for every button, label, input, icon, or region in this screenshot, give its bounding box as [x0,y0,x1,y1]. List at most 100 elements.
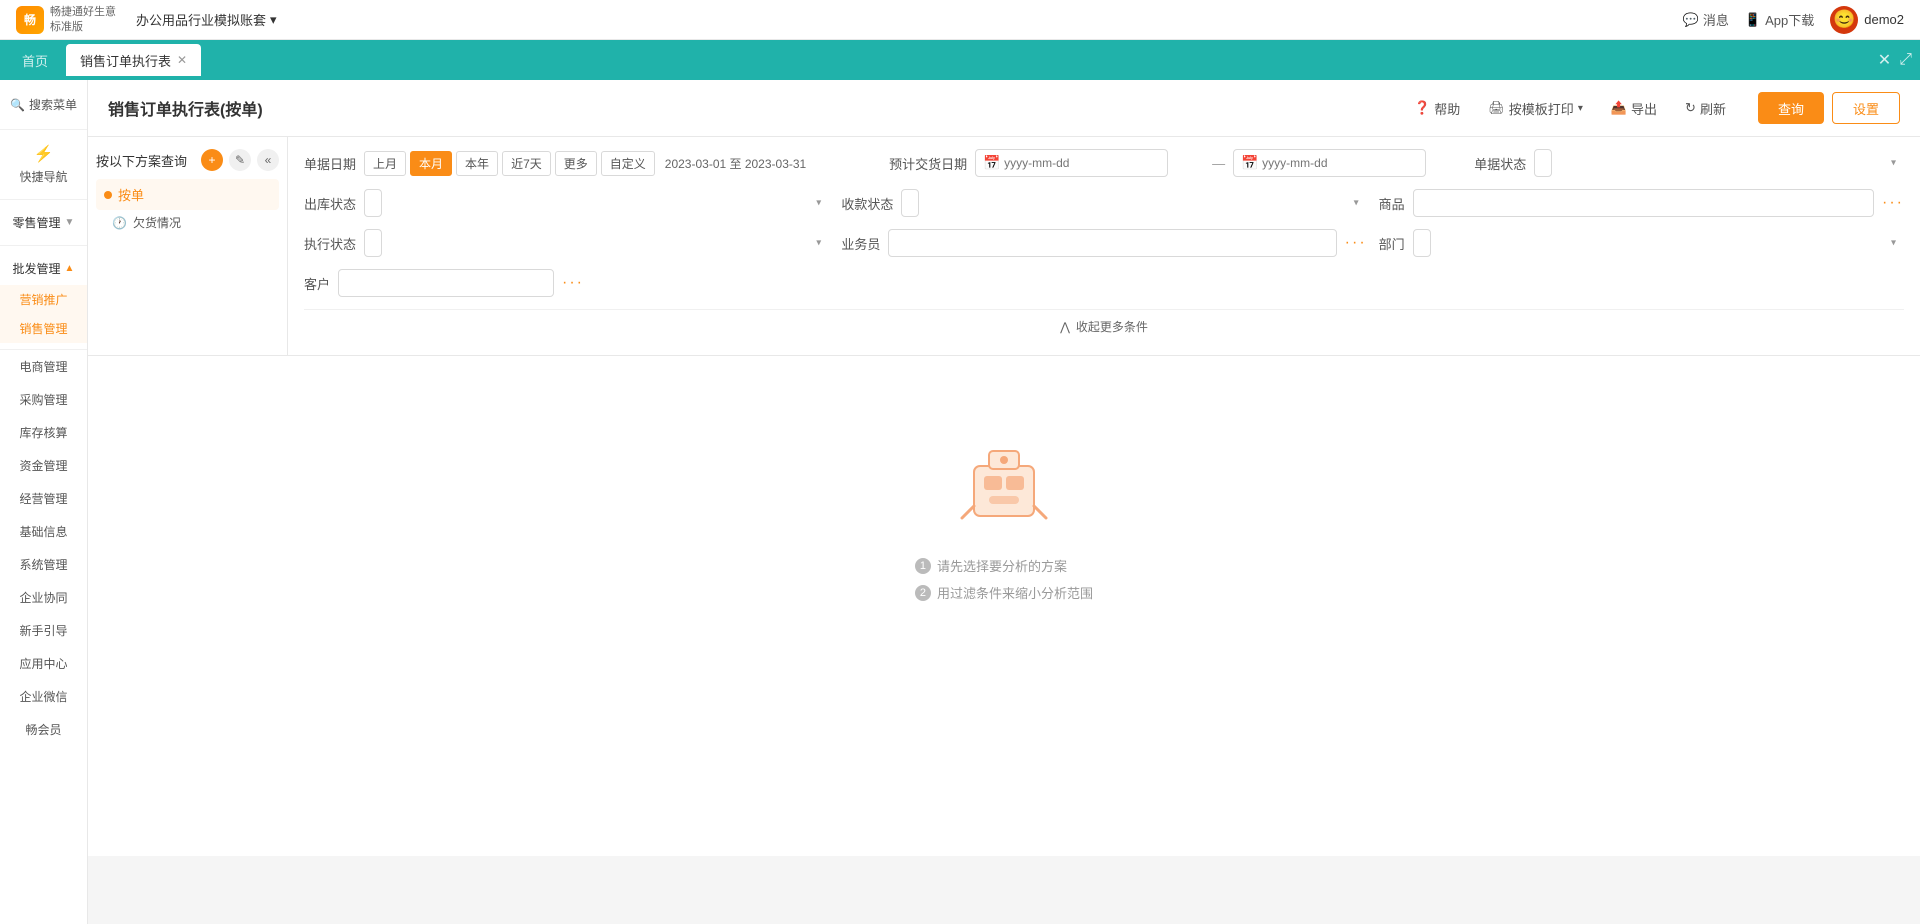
sidebar-item-quicknav[interactable]: ⚡ 快捷导航 [0,136,87,193]
sidebar-item-newbie[interactable]: 新手引导 [0,614,87,647]
exec-status-select[interactable] [364,229,382,257]
top-bar: 畅 畅捷通好生意 标准版 办公用品行业模拟账套 ▾ 💬 消息 📱 App下载 😊… [0,0,1920,40]
sidebar: 🔍 搜索菜单 ⚡ 快捷导航 零售管理 ▼ 批发管理 ▲ 营销推广 [0,80,88,924]
sidebar-item-membership[interactable]: 畅会员 [0,713,87,746]
collapse-icon: « [265,153,272,167]
sidebar-item-marketing[interactable]: 营销推广 [0,285,87,314]
filter-schema-header: 按以下方案查询 + ✎ « [96,149,279,171]
filter-collection-status: 收款状态 [841,189,1366,217]
empty-tip-1: 1 请先选择要分析的方案 [915,556,1093,575]
date-range-text: 2023-03-01 至 2023-03-31 [665,155,806,172]
dept-label: 部门 [1379,234,1405,253]
tab-expand-icon[interactable]: ⤢ [1899,51,1912,69]
filter-schema-icons: + ✎ « [201,149,279,171]
schema-item-owe[interactable]: 🕐 欠货情况 [104,210,279,235]
tab-sales-exec[interactable]: 销售订单执行表 ✕ [66,44,201,76]
search-menu-button[interactable]: 🔍 搜索菜单 [8,90,79,119]
customer-dots-button[interactable]: ··· [562,274,584,292]
expected-date-start[interactable] [975,149,1168,177]
date-dash: — [1212,156,1225,171]
empty-state: 1 请先选择要分析的方案 2 用过滤条件来缩小分析范围 [88,356,1920,690]
empty-tip-2: 2 用过滤条件来缩小分析范围 [915,583,1093,602]
chevron-down-icon[interactable]: ▾ [270,12,277,28]
help-icon: ❓ [1414,100,1430,116]
date-btn-this-year[interactable]: 本年 [456,151,498,176]
message-button[interactable]: 💬 消息 [1683,10,1729,29]
tab-bar-actions: ✕ ⤢ [1878,50,1912,70]
exec-status-select-wrap [364,229,829,257]
sidebar-item-sales-mgmt[interactable]: 销售管理 [0,314,87,343]
collapse-conditions-button[interactable]: ⋀ 收起更多条件 [304,309,1904,343]
collection-status-label: 收款状态 [841,194,893,213]
filter-row-4: 客户 ··· [304,269,1904,297]
sidebar-item-corp-wechat[interactable]: 企业微信 [0,680,87,713]
page-header: 销售订单执行表(按单) ❓ 帮助 🖨 按模板打印 ▾ 📤 导出 ↻ 刷新 [88,80,1920,137]
tab-home-label: 首页 [22,51,48,70]
sidebar-item-operations[interactable]: 经营管理 [0,482,87,515]
customer-input[interactable] [338,269,554,297]
export-icon: 📤 [1611,100,1627,116]
help-button[interactable]: ❓ 帮助 [1406,95,1468,122]
filter-goods: 商品 ··· [1379,189,1904,217]
filter-dept: 部门 [1379,229,1904,257]
wholesale-label: 批发管理 [13,260,61,277]
print-chevron-icon: ▾ [1578,103,1583,114]
export-button[interactable]: 📤 导出 [1603,95,1665,122]
goods-dots-button[interactable]: ··· [1882,194,1904,212]
tab-close-icon[interactable]: ✕ [177,53,187,67]
settings-button[interactable]: 设置 [1832,92,1900,124]
tab-close-all-icon[interactable]: ✕ [1878,50,1891,70]
edit-icon: ✎ [235,153,245,167]
exec-status-label: 执行状态 [304,234,356,253]
expected-date-start-wrap: 📅 [975,149,1204,177]
sidebar-item-wholesale[interactable]: 批发管理 ▲ [0,252,87,285]
filter-date: 单据日期 上月 本月 本年 近7天 更多 自定义 2023-03-01 至 20… [304,151,877,176]
user-name: demo2 [1864,12,1904,27]
refresh-button[interactable]: ↻ 刷新 [1677,95,1734,122]
filter-out-status: 出库状态 [304,189,829,217]
filter-row-3: 执行状态 业务员 ··· 部门 [304,229,1904,257]
sidebar-item-purchase[interactable]: 采购管理 [0,383,87,416]
collection-status-select[interactable] [901,189,919,217]
refresh-icon: ↻ [1685,100,1696,116]
sidebar-item-retail[interactable]: 零售管理 ▼ [0,206,87,239]
tab-home[interactable]: 首页 [8,44,62,76]
doc-status-label: 单据状态 [1474,154,1526,173]
retail-label: 零售管理 [13,214,61,231]
date-btn-more[interactable]: 更多 [555,151,597,176]
salesperson-dots-button[interactable]: ··· [1345,234,1367,252]
user-area[interactable]: 😊 demo2 [1830,6,1904,34]
sidebar-item-basic[interactable]: 基础信息 [0,515,87,548]
salesperson-input[interactable] [888,229,1336,257]
goods-input[interactable] [1413,189,1874,217]
template-print-button[interactable]: 🖨 按模板打印 ▾ [1480,95,1591,122]
app-download-button[interactable]: 📱 App下载 [1745,10,1814,29]
top-bar-right: 💬 消息 📱 App下载 😊 demo2 [1683,6,1904,34]
sidebar-item-enterprise[interactable]: 企业协同 [0,581,87,614]
sidebar-item-system[interactable]: 系统管理 [0,548,87,581]
add-schema-button[interactable]: + [201,149,223,171]
date-btn-custom[interactable]: 自定义 [601,151,655,176]
expected-date-end[interactable] [1233,149,1426,177]
sidebar-item-appstore[interactable]: 应用中心 [0,647,87,680]
date-btn-last7[interactable]: 近7天 [502,151,551,176]
filter-doc-status: 单据状态 [1474,149,1904,177]
collection-status-select-wrap [901,189,1366,217]
collapse-schema-button[interactable]: « [257,149,279,171]
sidebar-item-inventory[interactable]: 库存核算 [0,416,87,449]
dept-select[interactable] [1413,229,1431,257]
page-actions: ❓ 帮助 🖨 按模板打印 ▾ 📤 导出 ↻ 刷新 查询 [1406,92,1900,124]
sidebar-item-finance[interactable]: 资金管理 [0,449,87,482]
date-btn-this-month[interactable]: 本月 [410,151,452,176]
out-status-select[interactable] [364,189,382,217]
retail-expand-icon: ▼ [65,217,75,228]
doc-status-select[interactable] [1534,149,1552,177]
schema-item-by-order[interactable]: 按单 [96,179,279,210]
top-bar-left: 畅 畅捷通好生意 标准版 办公用品行业模拟账套 ▾ [16,5,277,34]
edit-schema-button[interactable]: ✎ [229,149,251,171]
avatar: 😊 [1830,6,1858,34]
filter-panel: 按以下方案查询 + ✎ « 按单 [88,137,1920,356]
date-btn-last-month[interactable]: 上月 [364,151,406,176]
sidebar-item-ecommerce[interactable]: 电商管理 [0,350,87,383]
query-button[interactable]: 查询 [1758,92,1824,124]
